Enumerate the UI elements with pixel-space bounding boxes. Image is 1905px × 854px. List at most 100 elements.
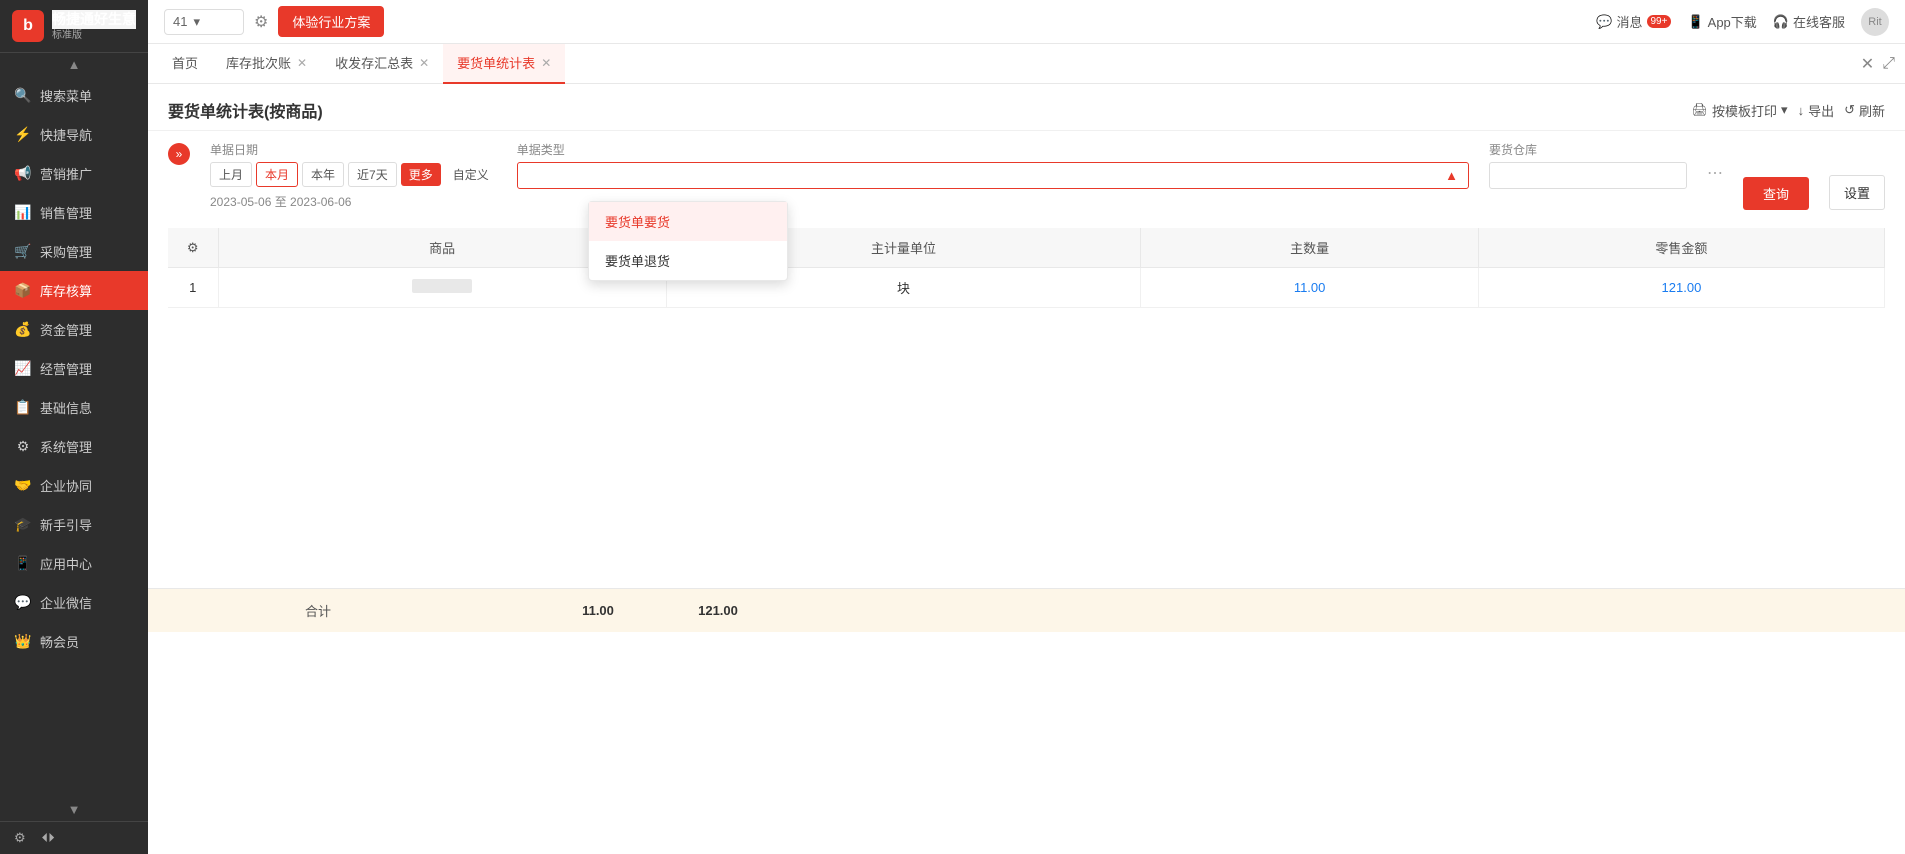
service-icon: 🎧 bbox=[1773, 14, 1789, 30]
online-service-btn[interactable]: 🎧 在线客服 bbox=[1773, 12, 1845, 31]
col-settings: ⚙ bbox=[168, 228, 218, 268]
tab-close-1[interactable]: ✕ bbox=[297, 56, 307, 70]
nav-label-1: 快捷导航 bbox=[40, 125, 92, 144]
tab-0[interactable]: 首页 bbox=[158, 44, 212, 84]
sidebar-item-11[interactable]: 🎓新手引导 bbox=[0, 505, 148, 544]
page-content: 要货单统计表(按商品) 🖨 按模板打印 ▾ ↓ 导出 ↺ 刷新 bbox=[148, 84, 1905, 854]
avatar[interactable]: Rit bbox=[1861, 8, 1889, 36]
nav-icon-6: 💰 bbox=[14, 321, 32, 339]
dropdown-item-0[interactable]: 要货单要货 bbox=[589, 202, 787, 241]
nav-label-0: 搜索菜单 bbox=[40, 86, 92, 105]
app-logo-icon: b bbox=[12, 10, 44, 42]
sidebar-item-10[interactable]: 🤝企业协同 bbox=[0, 466, 148, 505]
nav-label-9: 系统管理 bbox=[40, 437, 92, 456]
filter-bar: » 单据日期 上月 本月 本年 近7天 更多 自定义 2023-05-06 bbox=[148, 130, 1905, 220]
nav-icon-5: 📦 bbox=[14, 282, 32, 300]
cell-amount-0[interactable]: 121.00 bbox=[1478, 268, 1884, 308]
nav-label-4: 采购管理 bbox=[40, 242, 92, 261]
tab-2[interactable]: 收发存汇总表 ✕ bbox=[321, 44, 443, 84]
nav-icon-8: 📋 bbox=[14, 399, 32, 417]
tab-label-2: 收发存汇总表 bbox=[335, 53, 413, 72]
sidebar-item-1[interactable]: ⚡ 快捷导航 bbox=[0, 115, 148, 154]
sidebar-item-3[interactable]: 📊销售管理 bbox=[0, 193, 148, 232]
sidebar-item-5[interactable]: 📦 库存核算 bbox=[0, 271, 148, 310]
sidebar-nav: 🔍 搜索菜单 ⚡ 快捷导航 📢营销推广📊销售管理🛒采购管理 📦 库存核算 💰资金管理 📈 经营管理… bbox=[0, 76, 148, 798]
cell-qty-0[interactable]: 11.00 bbox=[1141, 268, 1479, 308]
warehouse-input[interactable] bbox=[1489, 162, 1687, 189]
type-filter-group: 单据类型 ▲ bbox=[517, 141, 1469, 189]
message-icon: 💬 bbox=[1596, 14, 1612, 30]
last-month-btn[interactable]: 上月 bbox=[210, 162, 252, 187]
type-dropdown: 要货单要货 要货单退货 bbox=[588, 201, 788, 281]
more-date-btn[interactable]: 更多 bbox=[401, 163, 441, 186]
nav-label-5: 库存核算 bbox=[40, 281, 92, 300]
sidebar-scroll-up[interactable]: ▲ bbox=[0, 53, 148, 76]
date-filter-label: 单据日期 bbox=[210, 141, 497, 158]
tab-actions: ✕⤢ bbox=[1861, 54, 1895, 74]
sidebar-item-7[interactable]: 📈 经营管理 bbox=[0, 349, 148, 388]
app-name: 畅捷通好生意 bbox=[52, 10, 136, 28]
nav-label-13: 企业微信 bbox=[40, 593, 92, 612]
last-7-days-btn[interactable]: 近7天 bbox=[348, 162, 397, 187]
setting-btn[interactable]: 设置 bbox=[1829, 175, 1885, 210]
print-icon: 🖨 bbox=[1692, 102, 1709, 118]
custom-date-btn[interactable]: 自定义 bbox=[445, 163, 497, 186]
tab-label-0: 首页 bbox=[172, 53, 198, 72]
nav-icon-13: 💬 bbox=[14, 594, 32, 612]
download-icon: 📱 bbox=[1687, 14, 1703, 30]
sidebar-item-4[interactable]: 🛒采购管理 bbox=[0, 232, 148, 271]
main-area: 41 ▾ ⚙ 体验行业方案 💬 消息 99+ 📱 App下载 🎧 在线客服 Ri… bbox=[148, 0, 1905, 854]
nav-label-7: 经营管理 bbox=[40, 359, 92, 378]
sidebar-item-13[interactable]: 💬 企业微信 bbox=[0, 583, 148, 622]
sidebar-item-9[interactable]: ⚙ 系统管理 bbox=[0, 427, 148, 466]
query-btn[interactable]: 查询 bbox=[1743, 177, 1809, 210]
tabs-bar: 首页库存批次账 ✕收发存汇总表 ✕要货单统计表 ✕✕⤢ bbox=[148, 44, 1905, 84]
nav-icon-0: 🔍 bbox=[14, 87, 32, 105]
nav-icon-9: ⚙ bbox=[14, 438, 32, 456]
sidebar-item-0[interactable]: 🔍 搜索菜单 bbox=[0, 76, 148, 115]
sidebar-item-6[interactable]: 💰资金管理 bbox=[0, 310, 148, 349]
industry-btn[interactable]: 体验行业方案 bbox=[278, 6, 384, 37]
summary-qty: 11.00 bbox=[538, 603, 658, 618]
this-year-btn[interactable]: 本年 bbox=[302, 162, 344, 187]
filter-more-icon[interactable]: ⋯ bbox=[1707, 163, 1723, 183]
tab-3[interactable]: 要货单统计表 ✕ bbox=[443, 44, 565, 84]
tab-close-all-btn[interactable]: ✕ bbox=[1861, 54, 1874, 74]
sidebar-item-2[interactable]: 📢营销推广 bbox=[0, 154, 148, 193]
tab-close-3[interactable]: ✕ bbox=[541, 56, 551, 70]
collapse-icon[interactable]: ⏴⏵ bbox=[42, 830, 55, 846]
column-settings-icon[interactable]: ⚙ bbox=[187, 240, 199, 255]
nav-icon-12: 📱 bbox=[14, 555, 32, 573]
nav-icon-3: 📊 bbox=[14, 204, 32, 222]
settings-gear-icon[interactable]: ⚙ bbox=[254, 12, 268, 32]
nav-icon-2: 📢 bbox=[14, 165, 32, 183]
tab-expand-btn[interactable]: ⤢ bbox=[1882, 54, 1895, 74]
company-selector[interactable]: 41 ▾ bbox=[164, 9, 244, 35]
type-select[interactable]: ▲ bbox=[517, 162, 1469, 189]
sidebar-item-8[interactable]: 📋 基础信息 bbox=[0, 388, 148, 427]
filter-toggle-btn[interactable]: » bbox=[168, 143, 190, 165]
page-title: 要货单统计表(按商品) bbox=[168, 98, 323, 122]
sidebar-scroll-down[interactable]: ▼ bbox=[0, 798, 148, 821]
print-chevron-icon: ▾ bbox=[1781, 102, 1788, 118]
this-month-btn[interactable]: 本月 bbox=[256, 162, 298, 187]
dropdown-item-1[interactable]: 要货单退货 bbox=[589, 241, 787, 280]
message-btn[interactable]: 💬 消息 99+ bbox=[1596, 12, 1671, 31]
topbar: 41 ▾ ⚙ 体验行业方案 💬 消息 99+ 📱 App下载 🎧 在线客服 Ri… bbox=[148, 0, 1905, 44]
type-filter-label: 单据类型 bbox=[517, 141, 1469, 158]
nav-icon-7: 📈 bbox=[14, 360, 32, 378]
print-btn[interactable]: 🖨 按模板打印 ▾ bbox=[1692, 101, 1788, 120]
export-icon: ↓ bbox=[1798, 103, 1805, 118]
tab-close-2[interactable]: ✕ bbox=[419, 56, 429, 70]
nav-label-8: 基础信息 bbox=[40, 398, 92, 417]
app-download-btn[interactable]: 📱 App下载 bbox=[1687, 12, 1756, 31]
export-btn[interactable]: ↓ 导出 bbox=[1798, 101, 1835, 120]
tab-1[interactable]: 库存批次账 ✕ bbox=[212, 44, 321, 84]
date-filter-group: 单据日期 上月 本月 本年 近7天 更多 自定义 2023-05-06 至 20… bbox=[210, 141, 497, 210]
cell-index-0: 1 bbox=[168, 268, 218, 308]
refresh-btn[interactable]: ↺ 刷新 bbox=[1844, 101, 1885, 120]
settings-icon[interactable]: ⚙ bbox=[14, 830, 26, 846]
sidebar-item-14[interactable]: 👑畅会员 bbox=[0, 622, 148, 661]
sidebar-item-12[interactable]: 📱应用中心 bbox=[0, 544, 148, 583]
nav-icon-1: ⚡ bbox=[14, 126, 32, 144]
